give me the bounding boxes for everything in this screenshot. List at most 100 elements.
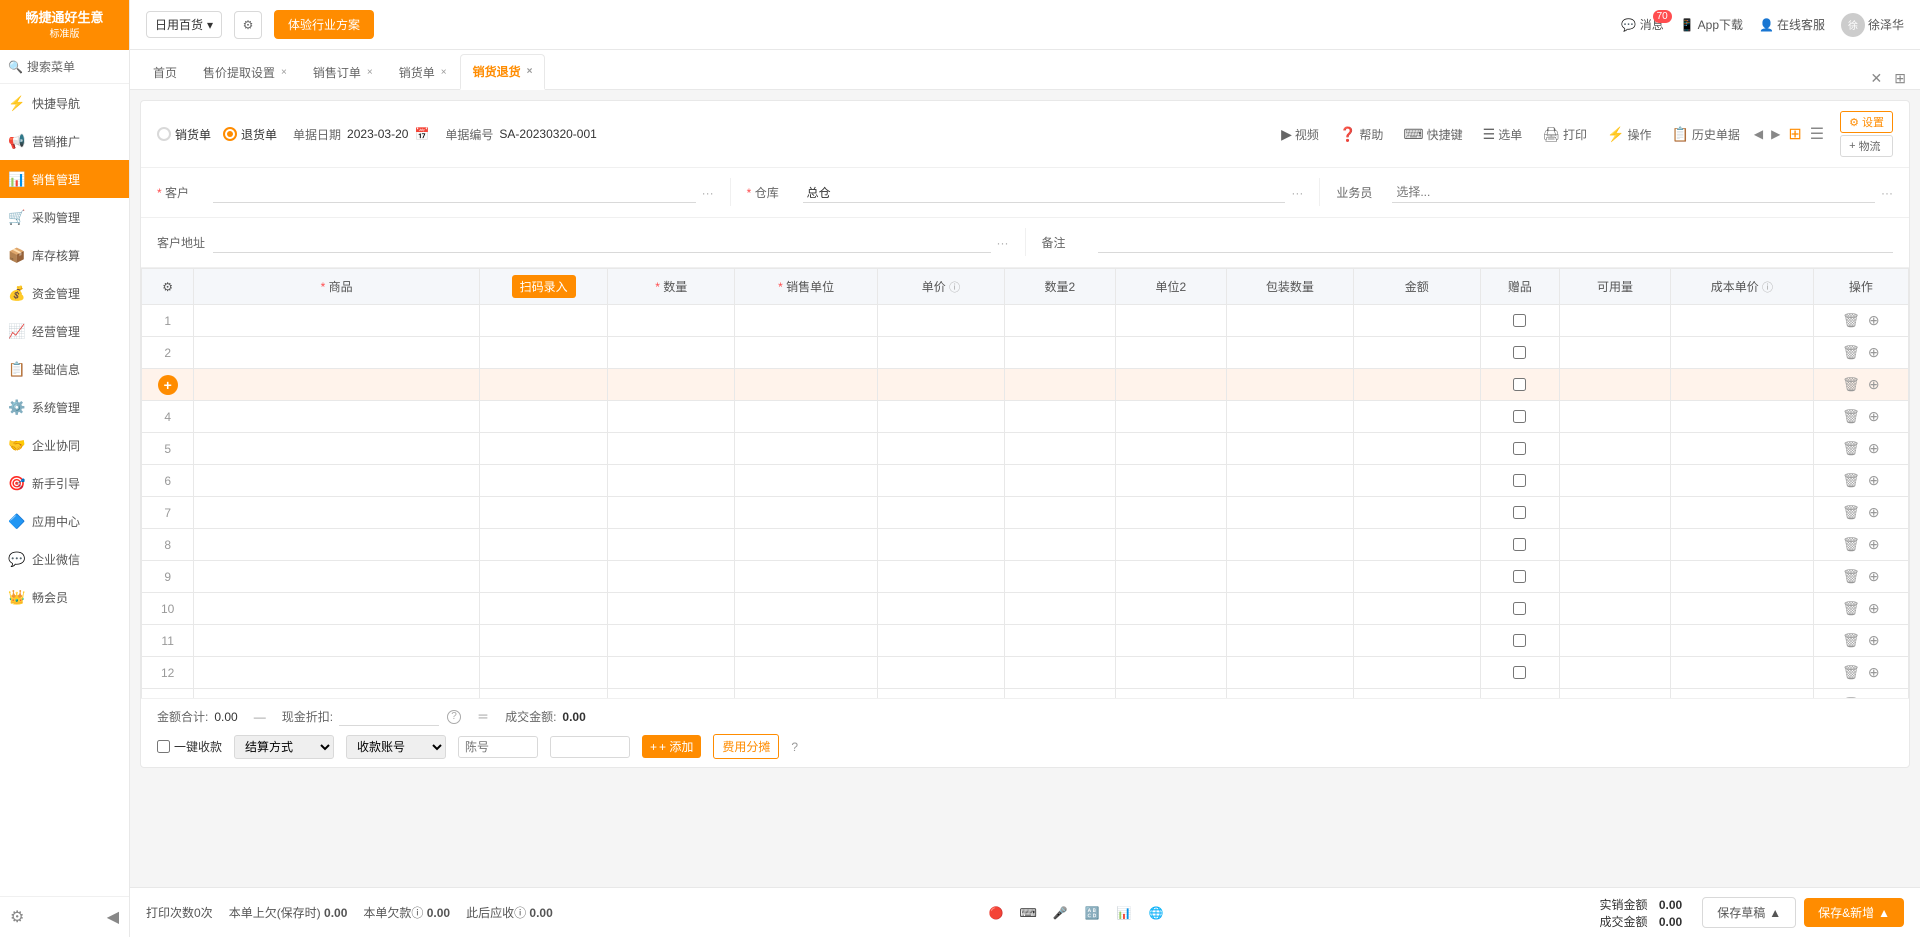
toolbar-print[interactable]: 🖨 打印 [1536, 123, 1593, 146]
footer-icon-5[interactable]: 📊 [1112, 901, 1136, 925]
radio-sale[interactable]: 销货单 [157, 126, 211, 143]
payment-checkbox-input[interactable] [157, 740, 170, 753]
qty-cell-3[interactable] [608, 369, 735, 401]
fee-split-help[interactable]: ? [791, 740, 798, 754]
sidebar-item-marketing[interactable]: 📢 营销推广 [0, 122, 129, 160]
delete-row-13[interactable]: 🗑 [1840, 694, 1862, 698]
settings-btn[interactable]: ⚙ 设置 [1840, 111, 1893, 133]
add-payment-button[interactable]: + + 添加 [642, 735, 701, 758]
copy-row-13[interactable]: ⊕ [1866, 694, 1882, 698]
calc-method-select[interactable]: 结算方式 [234, 735, 334, 759]
copy-row-4[interactable]: ⊕ [1866, 406, 1882, 427]
sidebar-item-finance[interactable]: 💰 资金管理 [0, 274, 129, 312]
copy-row-2[interactable]: ⊕ [1866, 342, 1882, 363]
fee-split-button[interactable]: 费用分摊 [713, 734, 779, 759]
save-draft-button[interactable]: 保存草稿 ▲ [1702, 897, 1796, 928]
amount-cell-2[interactable] [1353, 337, 1480, 369]
product-input-3[interactable] [200, 377, 473, 392]
sidebar-item-purchase[interactable]: 🛒 采购管理 [0, 198, 129, 236]
calendar-icon[interactable]: 📅 [414, 127, 429, 141]
tab-sales-order-close[interactable]: × [367, 67, 373, 78]
delete-row-7[interactable]: 🗑 [1840, 502, 1862, 523]
address-input[interactable] [213, 232, 991, 253]
unit2-cell-3[interactable] [1115, 369, 1226, 401]
copy-row-11[interactable]: ⊕ [1866, 630, 1882, 651]
gift-checkbox-11[interactable] [1513, 634, 1526, 647]
toolbar-video[interactable]: ▶ 视频 [1275, 123, 1325, 146]
gift-checkbox-9[interactable] [1513, 570, 1526, 583]
toolbar-help[interactable]: ❓ 帮助 [1333, 123, 1389, 146]
qty2-cell-1[interactable] [1004, 305, 1115, 337]
gift-checkbox-10[interactable] [1513, 602, 1526, 615]
gift-checkbox-3[interactable] [1513, 378, 1526, 391]
delete-row-9[interactable]: 🗑 [1840, 566, 1862, 587]
amount-cell-1[interactable] [1353, 305, 1480, 337]
list-view-icon[interactable]: ☰ [1810, 124, 1824, 144]
sidebar-item-quicknav[interactable]: ⚡ 快捷导航 [0, 84, 129, 122]
copy-row-7[interactable]: ⊕ [1866, 502, 1882, 523]
footer-icon-1[interactable]: 🔴 [984, 901, 1008, 925]
customer-dots[interactable]: ··· [702, 186, 714, 200]
delete-row-4[interactable]: 🗑 [1840, 406, 1862, 427]
staff-input[interactable] [1392, 182, 1875, 203]
gift-checkbox-12[interactable] [1513, 666, 1526, 679]
account-select[interactable]: 收款账号 [346, 735, 446, 759]
delete-row-6[interactable]: 🗑 [1840, 470, 1862, 491]
tab-sales-return[interactable]: 销货退货 × [460, 54, 546, 90]
remark-input[interactable] [1098, 232, 1894, 253]
amount-cell-3[interactable] [1353, 369, 1480, 401]
sidebar-item-guide[interactable]: 🎯 新手引导 [0, 464, 129, 502]
settings-button[interactable]: ⚙ [234, 11, 262, 39]
logistics-btn[interactable]: + 物流 [1840, 135, 1893, 157]
copy-row-6[interactable]: ⊕ [1866, 470, 1882, 491]
sidebar-item-sales[interactable]: 📊 销售管理 [0, 160, 129, 198]
gift-checkbox-7[interactable] [1513, 506, 1526, 519]
unit2-cell-1[interactable] [1115, 305, 1226, 337]
warehouse-dots[interactable]: ··· [1291, 186, 1303, 200]
save-new-button[interactable]: 保存&新增 ▲ [1804, 898, 1904, 927]
toolbar-shortcut[interactable]: ⌨ 快捷键 [1397, 123, 1468, 146]
staff-dots[interactable]: ··· [1881, 186, 1893, 200]
delete-row-11[interactable]: 🗑 [1840, 630, 1862, 651]
unit-cell-1[interactable] [735, 305, 878, 337]
online-service-link[interactable]: 👤 在线客服 [1759, 16, 1825, 33]
delete-row-2[interactable]: 🗑 [1840, 342, 1862, 363]
price-info-icon[interactable]: ⓘ [949, 282, 960, 294]
sidebar-item-vip[interactable]: 👑 畅会员 [0, 578, 129, 616]
tab-home[interactable]: 首页 [140, 55, 190, 89]
account-number-input[interactable] [458, 736, 538, 758]
pack-cell-2[interactable] [1226, 337, 1353, 369]
gift-checkbox-4[interactable] [1513, 410, 1526, 423]
customer-input[interactable] [213, 182, 696, 203]
tab-menu-icon[interactable]: ⊞ [1890, 68, 1910, 89]
qty-cell-2[interactable] [608, 337, 735, 369]
gift-checkbox-1[interactable] [1513, 314, 1526, 327]
price-cell-3[interactable] [877, 369, 1004, 401]
price-cell-2[interactable] [877, 337, 1004, 369]
gift-checkbox-2[interactable] [1513, 346, 1526, 359]
experience-button[interactable]: 体验行业方案 [274, 10, 374, 39]
gift-cell-3[interactable] [1480, 369, 1559, 401]
delete-row-3[interactable]: 🗑 [1840, 374, 1862, 395]
add-row-button[interactable]: + [158, 375, 178, 395]
toolbar-operation[interactable]: ⚡ 操作 [1601, 123, 1657, 146]
pack-cell-3[interactable] [1226, 369, 1353, 401]
tab-sales-close[interactable]: × [441, 67, 447, 78]
copy-row-5[interactable]: ⊕ [1866, 438, 1882, 459]
unit-cell-2[interactable] [735, 337, 878, 369]
cost-price-info-icon[interactable]: ⓘ [1762, 282, 1773, 294]
delete-row-8[interactable]: 🗑 [1840, 534, 1862, 555]
qty2-cell-3[interactable] [1004, 369, 1115, 401]
radio-return[interactable]: 退货单 [223, 126, 277, 143]
unit2-cell-2[interactable] [1115, 337, 1226, 369]
delete-row-5[interactable]: 🗑 [1840, 438, 1862, 459]
sidebar-item-wechat[interactable]: 💬 企业微信 [0, 540, 129, 578]
toolbar-history[interactable]: 📋 历史单据 [1665, 123, 1745, 146]
address-dots[interactable]: ··· [997, 236, 1009, 250]
sidebar-item-system[interactable]: ⚙️ 系统管理 [0, 388, 129, 426]
gift-checkbox-8[interactable] [1513, 538, 1526, 551]
sidebar-settings-icon[interactable]: ⚙ [10, 907, 24, 927]
message-badge[interactable]: 💬 70 消息 [1621, 16, 1663, 33]
th-scan[interactable]: 扫码录入 [479, 269, 608, 305]
gift-checkbox-5[interactable] [1513, 442, 1526, 455]
